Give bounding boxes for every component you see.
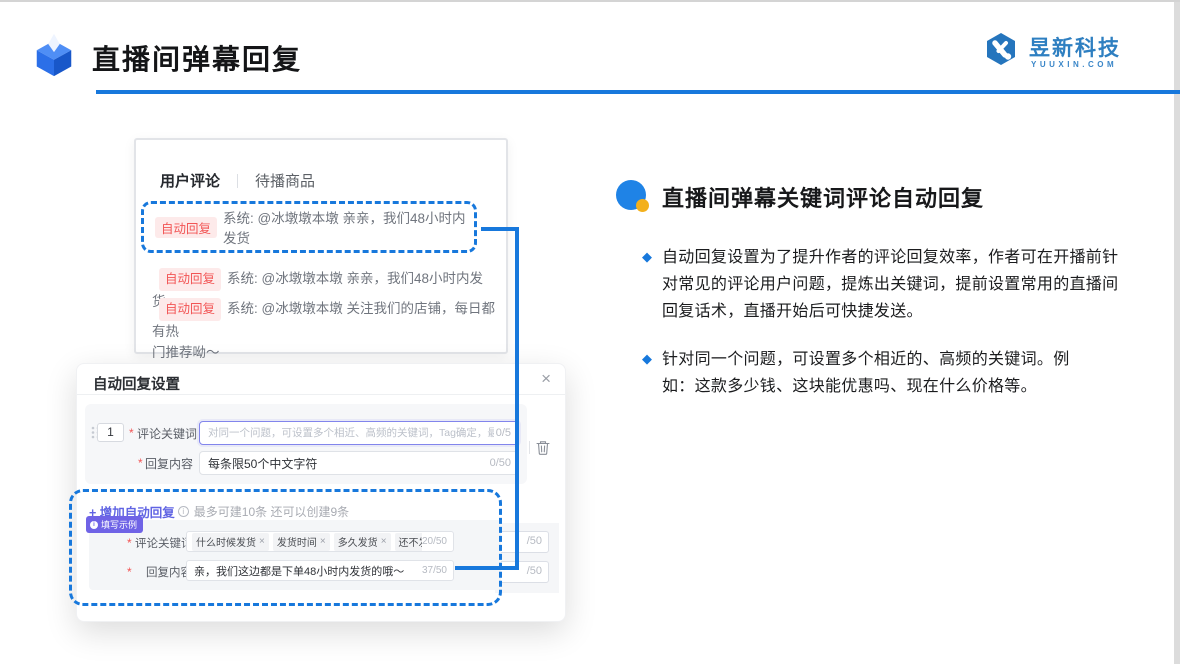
diamond-bullet-icon: ◆ (642, 351, 652, 366)
page: 直播间弹幕回复 昱新科技 YUUXIN.COM 用户评论 待播商品 自动回复 系… (0, 0, 1180, 664)
add-auto-reply-hint: 最多可建10条 还可以创建9条 (193, 505, 350, 519)
rule-index: 1 (97, 423, 124, 442)
logo-company-name: 昱新科技 (1029, 37, 1121, 60)
cube-logo-icon (36, 33, 72, 77)
auto-reply-badge: 自动回复 (159, 298, 222, 321)
example-reply-value: 亲，我们这边都是下单48小时内发货的哦～ (194, 565, 405, 578)
tab-pending-products[interactable]: 待播商品 (255, 170, 315, 191)
dialog-title: 自动回复设置 (93, 377, 180, 393)
occluded-input-fragment: /50 (495, 531, 549, 553)
logo-hexagon-icon (987, 33, 1015, 65)
chat-bubble-dot-icon (636, 199, 649, 212)
example-keyword-counter: 20/50 (421, 536, 447, 547)
reply-field-label: 回复内容 (145, 457, 194, 471)
example-badge-label: 填写示例 (101, 520, 138, 530)
company-logo: 昱新科技 YUUXIN.COM (985, 30, 1165, 82)
keyword-input-wrap: 0/5 (199, 421, 519, 445)
auto-reply-settings-dialog: 自动回复设置 × 1 * 评论关键词 0/5 * 回复内容 每条限50个中文字符… (76, 363, 566, 622)
keyword-tag: 多久发货 × (333, 532, 391, 551)
feature-heading: 直播间弹幕关键词评论自动回复 (662, 186, 985, 211)
required-mark: * (127, 536, 132, 550)
keyword-tag-list: 什么时候发货× 发货时间× 多久发货× 还不发货× (187, 532, 422, 551)
connector-line (455, 566, 519, 570)
tag-remove-icon[interactable]: × (259, 536, 265, 547)
auto-reply-badge: 自动回复 (159, 268, 222, 291)
reply-input-value: 每条限50个中文字符 (208, 456, 318, 471)
keyword-tag: 还不发货× (394, 532, 422, 551)
comments-card-tabs: 用户评论 待播商品 (160, 170, 315, 191)
tag-remove-icon[interactable]: × (320, 536, 326, 547)
keyword-input[interactable] (200, 427, 496, 439)
page-right-border (1174, 2, 1180, 664)
header-divider (96, 90, 1180, 94)
example-keyword-input[interactable]: 什么时候发货× 发货时间× 多久发货× 还不发货× 20/50 (186, 531, 454, 552)
tab-divider (237, 173, 239, 188)
diamond-bullet-icon: ◆ (642, 249, 652, 264)
tag-remove-icon[interactable]: × (381, 536, 387, 547)
occluded-input-fragment: /50 (495, 561, 549, 583)
example-section: * 评论关键词 什么时候发货× 发货时间× 多久发货× 还不发货× 20/50 … (89, 520, 501, 590)
example-reply-input[interactable]: 亲，我们这边都是下单48小时内发货的哦～ 37/50 (186, 560, 454, 581)
connector-line (481, 227, 519, 231)
example-reply-counter: 37/50 (421, 565, 447, 576)
required-mark: * (127, 565, 132, 579)
message-row: 自动回复 系统: @冰墩墩本墩 关注我们的店铺，每日都有热 门推荐呦～ (152, 298, 496, 363)
message-text: 系统: @冰墩墩本墩 亲亲，我们48小时内发货 (223, 211, 466, 246)
keyword-tag: 发货时间 × (272, 532, 330, 551)
feature-bullet: ◆ 自动回复设置为了提升作者的评论回复效率，作者可在开播前针 对常见的评论用户问… (640, 244, 1145, 325)
example-keyword-label: 评论关键词 (135, 538, 193, 550)
feature-bullet-text: 自动回复设置为了提升作者的评论回复效率，作者可在开播前针 对常见的评论用户问题，… (662, 249, 1119, 320)
delete-rule-icon[interactable] (535, 439, 551, 456)
example-badge: i 填写示例 (86, 516, 144, 533)
close-icon[interactable]: × (541, 369, 551, 389)
info-icon: i (177, 506, 189, 517)
reply-counter: 0/50 (489, 457, 511, 469)
feature-heading-row: 直播间弹幕关键词评论自动回复 (614, 178, 1154, 214)
required-mark: * (129, 426, 134, 440)
keyword-field-label: 评论关键词 (137, 427, 198, 441)
trash-divider (529, 441, 530, 454)
dialog-header-divider (77, 394, 565, 395)
feature-bullet-text: 针对同一个问题，可设置多个相近的、高频的关键词。例 如：这款多少钱、这块能优惠吗… (662, 351, 1070, 395)
reply-input-wrap[interactable]: 每条限50个中文字符 0/50 (199, 451, 519, 475)
info-icon: i (90, 520, 98, 529)
auto-reply-badge: 自动回复 (155, 216, 218, 238)
keyword-tag: 什么时候发货 × (192, 532, 269, 551)
page-title: 直播间弹幕回复 (92, 44, 303, 75)
feature-bullet: ◆ 针对同一个问题，可设置多个相近的、高频的关键词。例 如：这款多少钱、这块能优… (640, 346, 1145, 400)
tab-user-comments[interactable]: 用户评论 (160, 170, 220, 191)
highlighted-message-dashed-box: 自动回复 系统: @冰墩墩本墩 亲亲，我们48小时内发货 (141, 201, 477, 253)
connector-line (515, 227, 519, 570)
required-mark: * (138, 456, 143, 470)
live-comments-card: 用户评论 待播商品 自动回复 系统: @冰墩墩本墩 亲亲，我们48小时内发货 自… (134, 138, 508, 360)
logo-domain: YUUXIN.COM (1031, 60, 1118, 69)
